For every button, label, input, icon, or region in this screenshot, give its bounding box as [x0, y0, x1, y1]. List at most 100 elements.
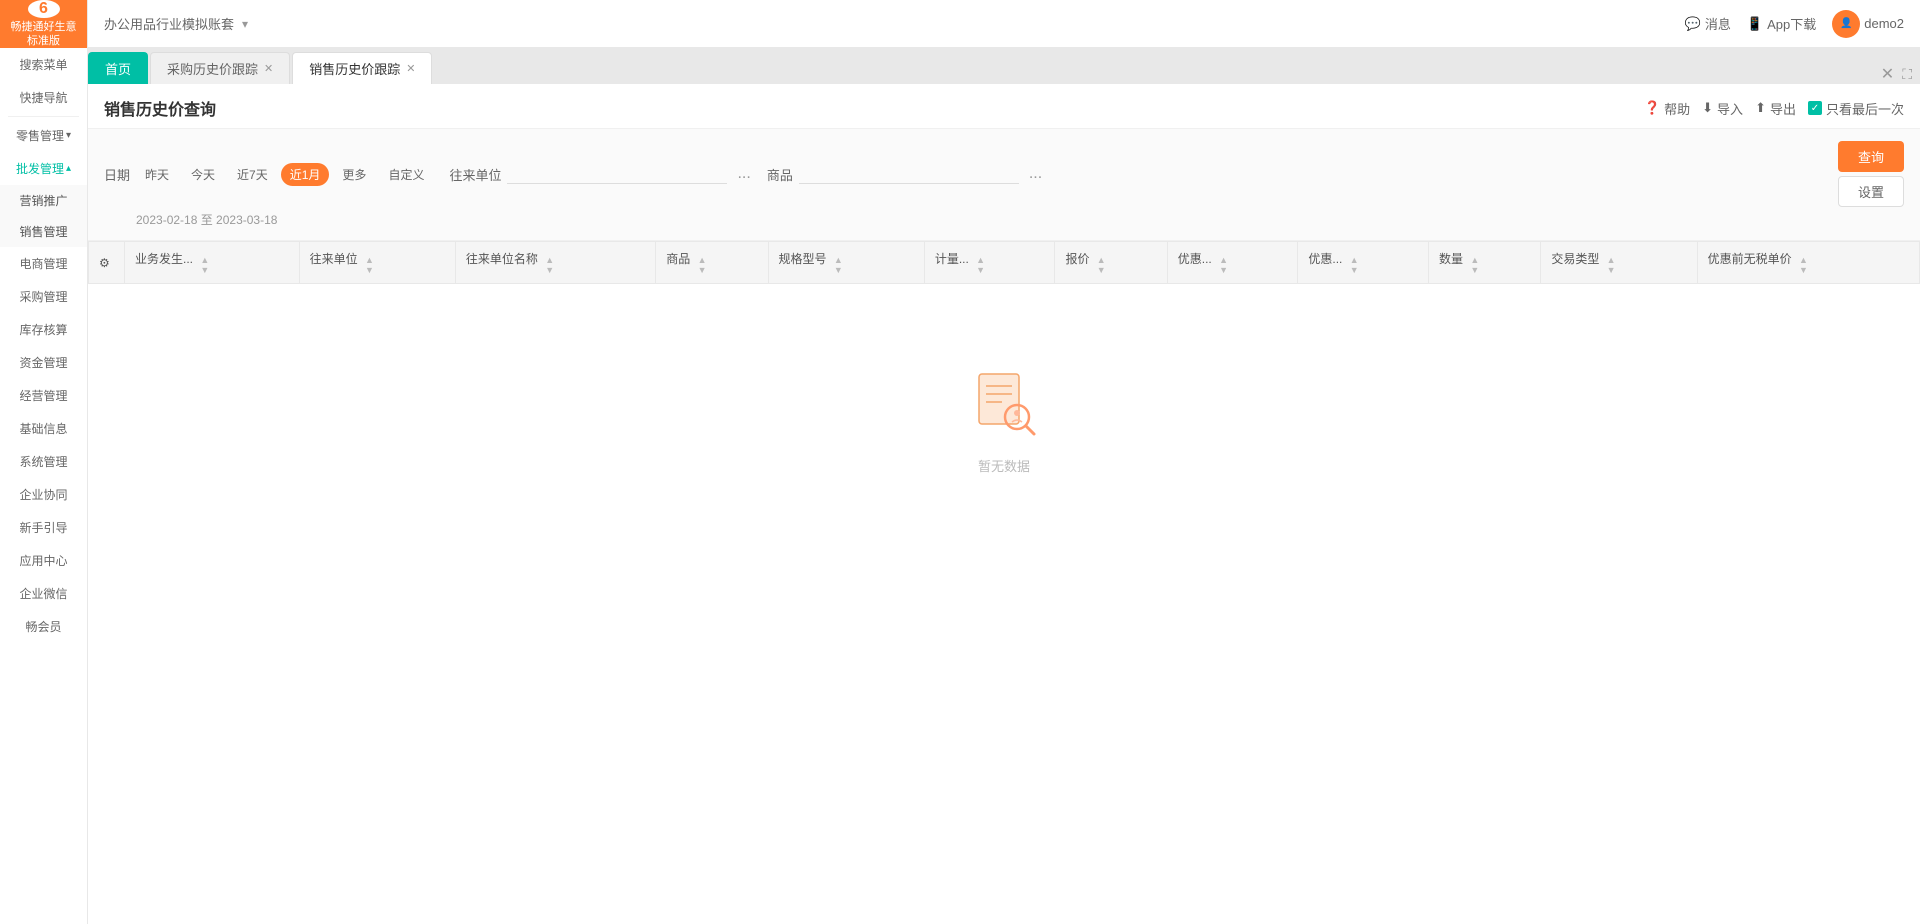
- sidebar-item-sales[interactable]: 销售管理: [0, 216, 87, 247]
- export-icon: ⬆: [1755, 100, 1766, 116]
- product-input[interactable]: [799, 164, 1019, 184]
- filter-buttons: 查询 设置: [1838, 141, 1904, 207]
- topbar-right: 💬 消息 📱 App下载 👤 demo2: [1685, 10, 1904, 38]
- table-col-settings[interactable]: ⚙: [89, 242, 125, 284]
- page-area: 销售历史价查询 ❓ 帮助 ⬇ 导入 ⬆ 导出 只看最后一次: [88, 84, 1920, 924]
- table-col-discount1[interactable]: 优惠... ▲▼: [1167, 242, 1298, 284]
- app-download-btn[interactable]: 📱 App下载: [1747, 14, 1816, 33]
- settings-icon: ⚙: [99, 256, 110, 270]
- date-btn-1month[interactable]: 近1月: [281, 163, 330, 186]
- page-header: 销售历史价查询 ❓ 帮助 ⬇ 导入 ⬆ 导出 只看最后一次: [88, 84, 1920, 129]
- checkbox-icon: [1808, 101, 1822, 115]
- partner-filter: 往来单位 ...: [449, 164, 750, 184]
- query-button[interactable]: 查询: [1838, 141, 1904, 172]
- sidebar-item-marketing[interactable]: 营销推广: [0, 185, 87, 216]
- date-btn-custom[interactable]: 自定义: [379, 163, 433, 186]
- sidebar-submenu: 营销推广 销售管理: [0, 185, 87, 247]
- date-label: 日期: [104, 165, 130, 184]
- import-btn[interactable]: ⬇ 导入: [1702, 99, 1743, 118]
- date-filter: 日期 昨天 今天 近7天 近1月 更多 自定义: [104, 163, 433, 186]
- table-col-biz-date[interactable]: 业务发生... ▲▼: [125, 242, 300, 284]
- table-col-discount2[interactable]: 优惠... ▲▼: [1298, 242, 1429, 284]
- empty-row: 暂无数据: [89, 284, 1920, 556]
- message-icon: 💬: [1685, 16, 1701, 32]
- product-filter: 商品 ...: [767, 164, 1042, 184]
- main-area: 办公用品行业模拟账套 ▾ 💬 消息 📱 App下载 👤 demo2 首页: [88, 0, 1920, 924]
- help-btn[interactable]: ❓ 帮助: [1644, 99, 1690, 118]
- table-col-partner-name[interactable]: 往来单位名称 ▲▼: [455, 242, 655, 284]
- tab-purchase-history[interactable]: 采购历史价跟踪 ✕: [150, 52, 290, 84]
- sidebar: 6 畅捷通好生意 标准版 搜索菜单 快捷导航 零售管理 ▾ 批发管理 ▴ 营销推…: [0, 0, 88, 924]
- sidebar-item-member[interactable]: 畅会员: [0, 610, 87, 643]
- empty-state: 暂无数据: [89, 284, 1920, 555]
- table-col-partner-code[interactable]: 往来单位 ▲▼: [299, 242, 455, 284]
- sales-tab-label: 销售历史价跟踪: [309, 59, 400, 78]
- sidebar-item-wholesale[interactable]: 批发管理 ▴: [0, 152, 87, 185]
- table-col-trade-type[interactable]: 交易类型 ▲▼: [1541, 242, 1697, 284]
- date-btn-7days[interactable]: 近7天: [228, 163, 277, 186]
- product-label: 商品: [767, 165, 793, 184]
- logo-text: 畅捷通好生意: [11, 20, 77, 34]
- sidebar-item-operations[interactable]: 经营管理: [0, 379, 87, 412]
- partner-input[interactable]: [507, 164, 727, 184]
- table-header-row: ⚙ 业务发生... ▲▼ 往来单位 ▲▼ 往来单位名称 ▲▼ 商品 ▲▼: [89, 242, 1920, 284]
- company-selector[interactable]: 办公用品行业模拟账套: [104, 14, 234, 33]
- phone-icon: 📱: [1747, 16, 1763, 32]
- date-btn-yesterday[interactable]: 昨天: [136, 163, 178, 186]
- setting-button[interactable]: 设置: [1838, 176, 1904, 207]
- home-tab-label: 首页: [105, 59, 131, 78]
- purchase-tab-label: 采购历史价跟踪: [167, 59, 258, 78]
- sidebar-item-ecommerce[interactable]: 电商管理: [0, 247, 87, 280]
- table-col-unit[interactable]: 计量... ▲▼: [924, 242, 1055, 284]
- search-text: 搜索菜单: [19, 58, 67, 72]
- chevron-up-icon: ▴: [66, 163, 71, 174]
- sidebar-item-purchase[interactable]: 采购管理: [0, 280, 87, 313]
- close-all-icon[interactable]: ✕: [1881, 64, 1894, 84]
- logo-subtext: 标准版: [27, 34, 60, 48]
- user-menu[interactable]: 👤 demo2: [1832, 10, 1904, 38]
- tab-sales-history[interactable]: 销售历史价跟踪 ✕: [292, 52, 432, 84]
- product-dots[interactable]: ...: [1029, 165, 1042, 183]
- sidebar-item-search[interactable]: 搜索菜单: [0, 48, 87, 81]
- sidebar-item-system[interactable]: 系统管理: [0, 445, 87, 478]
- help-icon: ❓: [1644, 100, 1660, 116]
- sidebar-item-wechat[interactable]: 企业微信: [0, 577, 87, 610]
- tab-home[interactable]: 首页: [88, 52, 148, 84]
- sidebar-item-apps[interactable]: 应用中心: [0, 544, 87, 577]
- purchase-tab-close[interactable]: ✕: [264, 62, 273, 75]
- date-btn-more[interactable]: 更多: [333, 163, 375, 186]
- topbar: 办公用品行业模拟账套 ▾ 💬 消息 📱 App下载 👤 demo2: [88, 0, 1920, 48]
- date-btns: 昨天 今天 近7天 近1月 更多 自定义: [136, 163, 433, 186]
- export-btn[interactable]: ⬆ 导出: [1755, 99, 1796, 118]
- chevron-down-icon: ▾: [66, 130, 71, 141]
- only-last-checkbox[interactable]: 只看最后一次: [1808, 99, 1904, 118]
- date-range-text: 2023-02-18 至 2023-03-18: [136, 213, 277, 227]
- avatar: 👤: [1832, 10, 1860, 38]
- message-btn[interactable]: 💬 消息: [1685, 14, 1731, 33]
- sidebar-item-inventory[interactable]: 库存核算: [0, 313, 87, 346]
- sales-tab-close[interactable]: ✕: [406, 62, 415, 75]
- date-range-display: 2023-02-18 至 2023-03-18: [104, 211, 1904, 228]
- tab-bar-actions: ✕ ⛶: [434, 64, 1920, 84]
- table-col-product[interactable]: 商品 ▲▼: [656, 242, 768, 284]
- import-icon: ⬇: [1702, 100, 1713, 116]
- table-col-pretax-price[interactable]: 优惠前无税单价 ▲▼: [1697, 242, 1919, 284]
- dropdown-icon[interactable]: ▾: [242, 17, 248, 31]
- expand-icon[interactable]: ⛶: [1902, 66, 1912, 83]
- sidebar-item-quicknav[interactable]: 快捷导航: [0, 81, 87, 114]
- partner-dots[interactable]: ...: [737, 165, 750, 183]
- page-title: 销售历史价查询: [104, 96, 216, 120]
- partner-label: 往来单位: [449, 165, 501, 184]
- sidebar-item-enterprise[interactable]: 企业协同: [0, 478, 87, 511]
- data-table: ⚙ 业务发生... ▲▼ 往来单位 ▲▼ 往来单位名称 ▲▼ 商品 ▲▼: [88, 241, 1920, 555]
- table-col-quote[interactable]: 报价 ▲▼: [1055, 242, 1167, 284]
- sidebar-item-guide[interactable]: 新手引导: [0, 511, 87, 544]
- sidebar-item-basic[interactable]: 基础信息: [0, 412, 87, 445]
- table-col-spec[interactable]: 规格型号 ▲▼: [768, 242, 924, 284]
- table-col-qty[interactable]: 数量 ▲▼: [1429, 242, 1541, 284]
- date-btn-today[interactable]: 今天: [182, 163, 224, 186]
- sidebar-logo: 6 畅捷通好生意 标准版: [0, 0, 87, 48]
- sidebar-item-finance[interactable]: 资金管理: [0, 346, 87, 379]
- sidebar-item-retail[interactable]: 零售管理 ▾: [0, 119, 87, 152]
- topbar-left: 办公用品行业模拟账套 ▾: [104, 14, 248, 33]
